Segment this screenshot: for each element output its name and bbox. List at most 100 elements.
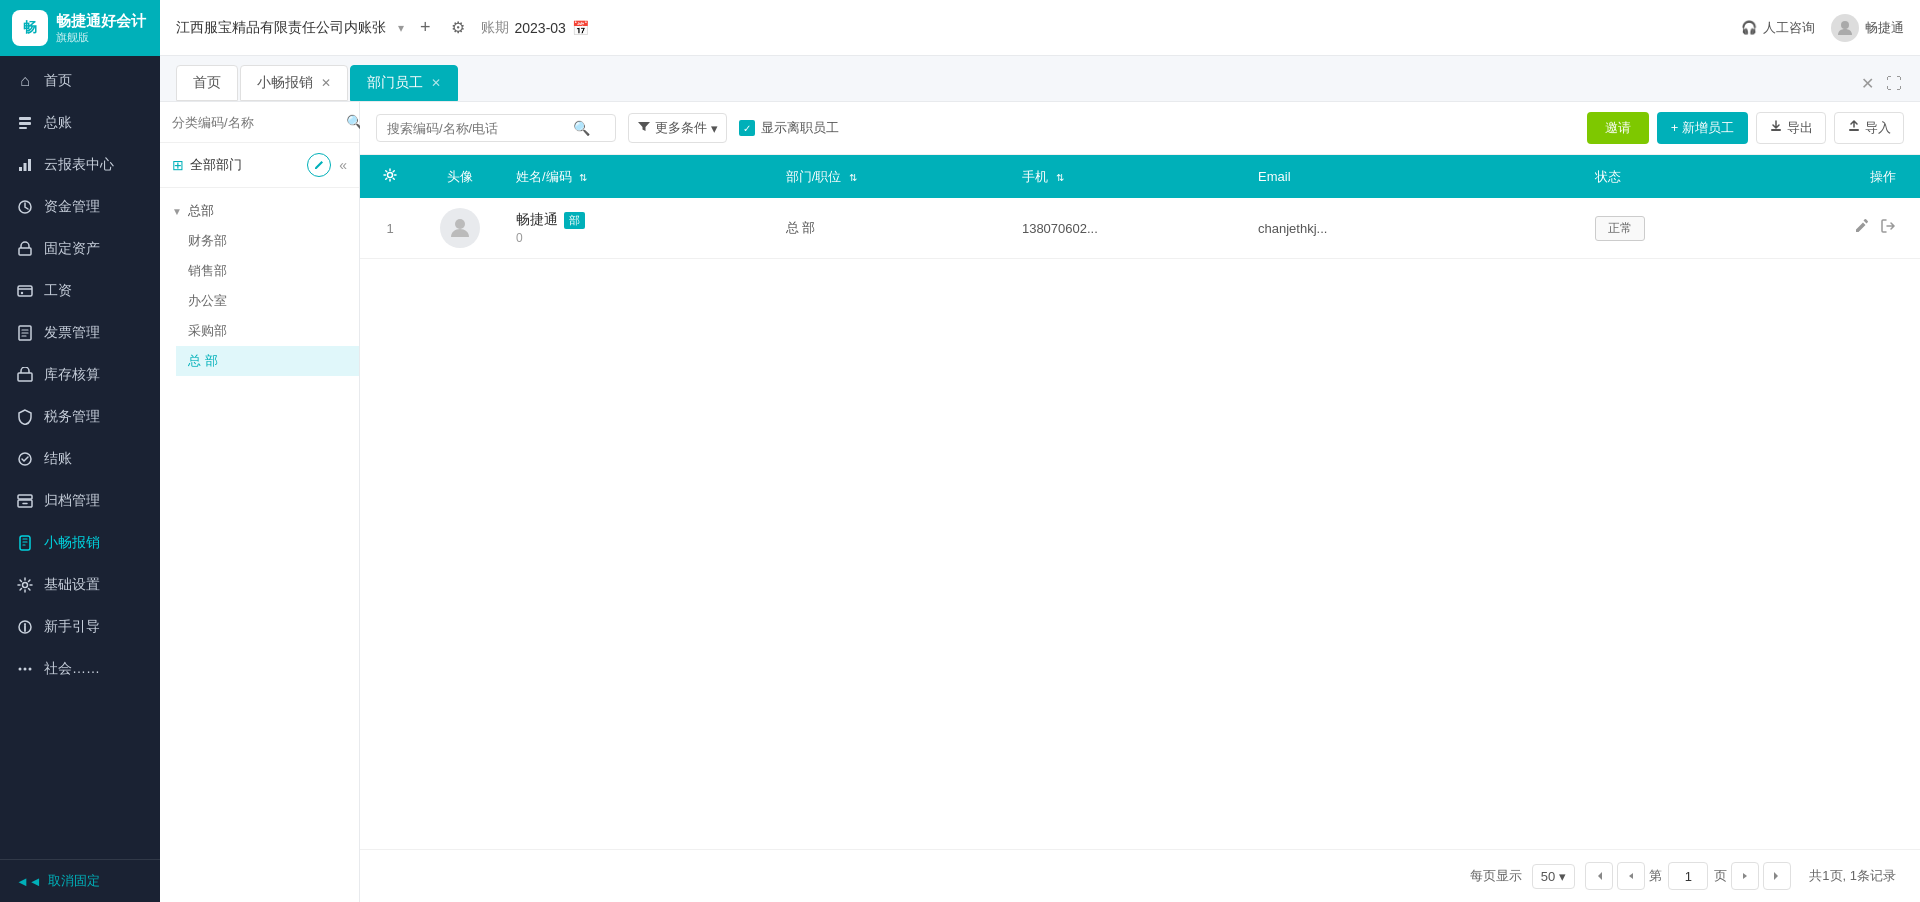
company-dropdown-arrow[interactable]: ▾ — [398, 21, 404, 35]
sidebar-item-ledger[interactable]: 总账 — [0, 102, 160, 144]
sidebar-nav: ⌂ 首页 总账 云报表中心 资金管理 固定资产 — [0, 56, 160, 859]
app-subtitle: 旗舰版 — [56, 30, 146, 45]
sidebar-item-payroll[interactable]: 工资 — [0, 270, 160, 312]
first-page-button[interactable] — [1585, 862, 1613, 890]
reports-icon — [16, 156, 34, 174]
dept-child-xiaoshou[interactable]: 销售部 — [176, 256, 359, 286]
current-page-input[interactable] — [1668, 862, 1708, 890]
export-button[interactable]: 导出 — [1756, 112, 1826, 144]
sidebar-item-home[interactable]: ⌂ 首页 — [0, 60, 160, 102]
table-settings-icon[interactable] — [382, 171, 398, 186]
assets-mgmt-icon — [16, 198, 34, 216]
employee-avatar-img — [440, 208, 480, 248]
inventory-icon — [16, 366, 34, 384]
per-page-select[interactable]: 50 ▾ — [1532, 864, 1575, 889]
logo-text-area: 畅捷通好会计 旗舰版 — [56, 12, 146, 45]
col-email-header: Email — [1242, 155, 1579, 198]
avatar — [1831, 14, 1859, 42]
edit-employee-button[interactable] — [1854, 218, 1870, 238]
sidebar-item-settings[interactable]: 基础设置 — [0, 564, 160, 606]
dept-edit-button[interactable] — [307, 153, 331, 177]
emp-code-display: 0 — [516, 231, 754, 245]
dept-child-caigou[interactable]: 采购部 — [176, 316, 359, 346]
sidebar-label-invoice: 发票管理 — [44, 324, 100, 342]
tab-expand-button[interactable]: ⛶ — [1884, 73, 1904, 95]
dept-panel: 🔍 ⊞ 全部部门 « ▼ 总部 — [160, 102, 360, 902]
header-right: 🎧 人工咨询 畅捷通 — [1741, 14, 1904, 42]
tab-dept-employee-close-icon[interactable]: ✕ — [431, 76, 441, 90]
invite-button[interactable]: 邀请 — [1587, 112, 1649, 144]
import-button[interactable]: 导入 — [1834, 112, 1904, 144]
tab-xiaochang-expense-close-icon[interactable]: ✕ — [321, 76, 331, 90]
consult-button[interactable]: 🎧 人工咨询 — [1741, 19, 1815, 37]
header-settings-icon[interactable]: ⚙ — [447, 14, 469, 41]
dept-child-bangong[interactable]: 办公室 — [176, 286, 359, 316]
add-company-button[interactable]: + — [416, 13, 435, 42]
filter-button[interactable]: 更多条件 ▾ — [628, 113, 727, 143]
col-name-header[interactable]: 姓名/编码 ⇅ — [500, 155, 770, 198]
add-employee-button[interactable]: + 新增员工 — [1657, 112, 1748, 144]
sidebar-item-invoice[interactable]: 发票管理 — [0, 312, 160, 354]
emp-search-box: 🔍 — [376, 114, 616, 142]
row-avatar — [420, 198, 500, 259]
col-name-sort-icon: ⇅ — [579, 172, 587, 183]
svg-rect-1 — [19, 122, 31, 125]
tab-close-button[interactable]: ✕ — [1859, 72, 1876, 95]
sidebar-label-home: 首页 — [44, 72, 72, 90]
sidebar-item-more[interactable]: 社会…… — [0, 648, 160, 690]
dept-node-zongbu-label: 总部 — [188, 202, 214, 220]
emp-search-icon[interactable]: 🔍 — [573, 120, 590, 136]
col-phone-header[interactable]: 手机 ⇅ — [1006, 155, 1242, 198]
sidebar-item-tax[interactable]: 税务管理 — [0, 396, 160, 438]
tab-home[interactable]: 首页 — [176, 65, 238, 101]
all-depts-title: ⊞ 全部部门 — [172, 156, 299, 174]
calendar-icon[interactable]: 📅 — [572, 20, 589, 36]
user-menu-button[interactable]: 畅捷通 — [1831, 14, 1904, 42]
emp-search-input[interactable] — [387, 121, 567, 136]
archive-icon — [16, 492, 34, 510]
col-dept-header[interactable]: 部门/职位 ⇅ — [770, 155, 1006, 198]
next-page-button[interactable] — [1731, 862, 1759, 890]
app-title: 畅捷通好会计 — [56, 12, 146, 30]
sidebar-item-xiaochang[interactable]: 小畅报销 — [0, 522, 160, 564]
svg-rect-23 — [1849, 129, 1859, 131]
dept-collapse-button[interactable]: « — [339, 157, 347, 173]
dept-child-caiwu[interactable]: 财务部 — [176, 226, 359, 256]
sidebar-item-fixed-assets[interactable]: 固定资产 — [0, 228, 160, 270]
col-email-label: Email — [1258, 169, 1291, 184]
sidebar-item-assets-mgmt[interactable]: 资金管理 — [0, 186, 160, 228]
sidebar-label-ledger: 总账 — [44, 114, 72, 132]
dept-node-zongbu-header[interactable]: ▼ 总部 — [160, 196, 359, 226]
fixed-assets-icon — [16, 240, 34, 258]
sidebar-item-reports[interactable]: 云报表中心 — [0, 144, 160, 186]
emp-panel: 🔍 更多条件 ▾ ✓ 显示离职员工 邀请 + 新增员工 — [360, 102, 1920, 902]
dept-node-zongbu: ▼ 总部 财务部 销售部 办公室 采购 — [160, 196, 359, 376]
col-status-header: 状态 — [1579, 155, 1781, 198]
tab-xiaochang-expense[interactable]: 小畅报销 ✕ — [240, 65, 348, 101]
col-dept-sort-icon: ⇅ — [849, 172, 857, 183]
sidebar-label-close-account: 结账 — [44, 450, 72, 468]
dept-child-zongbu-sub-label: 总 部 — [188, 352, 218, 370]
page-nav: 第 页 — [1585, 862, 1791, 890]
col-action-header: 操作 — [1782, 155, 1920, 198]
dept-all-header: ⊞ 全部部门 « — [160, 143, 359, 188]
dept-search-input[interactable] — [172, 115, 340, 130]
payroll-icon — [16, 282, 34, 300]
sidebar-item-close-account[interactable]: 结账 — [0, 438, 160, 480]
logout-employee-button[interactable] — [1880, 218, 1896, 238]
last-page-button[interactable] — [1763, 862, 1791, 890]
tab-dept-employee[interactable]: 部门员工 ✕ — [350, 65, 458, 101]
sidebar-item-archive[interactable]: 归档管理 — [0, 480, 160, 522]
export-label: 导出 — [1787, 119, 1813, 137]
show-resigned-toggle[interactable]: ✓ 显示离职员工 — [739, 119, 839, 137]
cancel-pin-button[interactable]: ◄◄ 取消固定 — [0, 859, 160, 902]
dept-child-caiwu-label: 财务部 — [188, 232, 227, 250]
dept-child-zongbu-sub[interactable]: 总 部 — [176, 346, 359, 376]
svg-point-21 — [1841, 21, 1849, 29]
sidebar-item-guide[interactable]: 新手引导 — [0, 606, 160, 648]
show-resigned-checkbox[interactable]: ✓ — [739, 120, 755, 136]
main-area: 江西服宝精品有限责任公司内账张 ▾ + ⚙ 账期 2023-03 📅 🎧 人工咨… — [160, 0, 1920, 902]
tab-home-label: 首页 — [193, 74, 221, 92]
sidebar-item-inventory[interactable]: 库存核算 — [0, 354, 160, 396]
prev-page-button[interactable] — [1617, 862, 1645, 890]
